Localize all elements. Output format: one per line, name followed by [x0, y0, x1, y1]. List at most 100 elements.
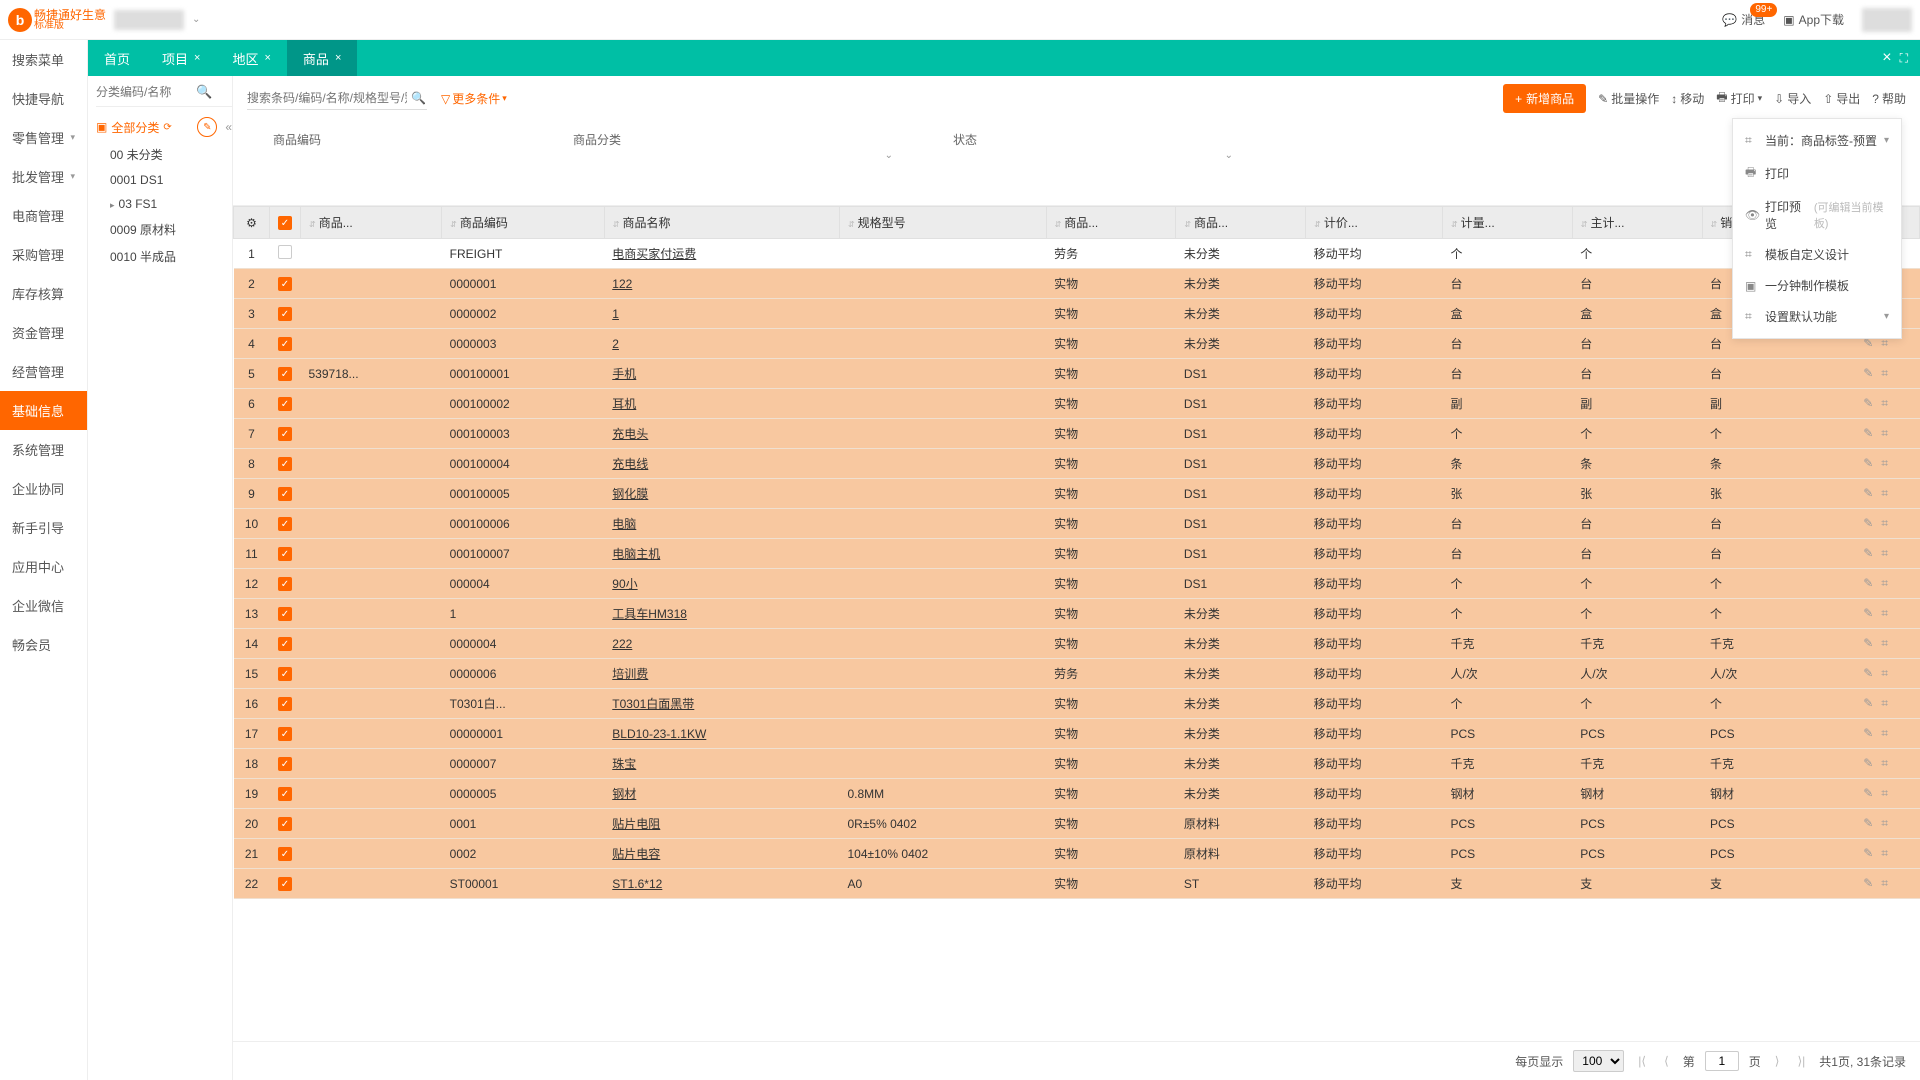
table-row[interactable]: 16✓T0301白...T0301白面黑带实物未分类移动平均个个个✎⌗: [234, 689, 1920, 719]
more-row-icon[interactable]: ⌗: [1881, 456, 1888, 471]
product-search-input[interactable]: [247, 87, 407, 109]
user-avatar-blurred[interactable]: [1862, 8, 1912, 32]
col-c[interactable]: ⇵计价...: [1306, 207, 1443, 239]
edit-row-icon[interactable]: ✎: [1863, 726, 1873, 741]
edit-row-icon[interactable]: ✎: [1863, 666, 1873, 681]
row-checkbox-cell[interactable]: ✓: [270, 839, 301, 869]
sidebar-item-资金管理[interactable]: 资金管理: [0, 313, 87, 352]
edit-row-icon[interactable]: ✎: [1863, 396, 1873, 411]
edit-row-icon[interactable]: ✎: [1863, 366, 1873, 381]
cell-name[interactable]: 充电线: [604, 449, 839, 479]
cell-name[interactable]: 钢化膜: [604, 479, 839, 509]
search-icon[interactable]: 🔍: [411, 91, 426, 105]
new-product-button[interactable]: + 新增商品: [1503, 84, 1586, 113]
chevron-down-icon[interactable]: ⌄: [192, 14, 200, 25]
search-icon[interactable]: 🔍: [196, 84, 212, 100]
row-checkbox-cell[interactable]: ✓: [270, 659, 301, 689]
table-row[interactable]: 10✓000100006电脑实物DS1移动平均台台台✎⌗: [234, 509, 1920, 539]
cell-name[interactable]: 钢材: [604, 779, 839, 809]
table-row[interactable]: 13✓1工具车HM318实物未分类移动平均个个个✎⌗: [234, 599, 1920, 629]
prev-page-button[interactable]: ⟨: [1660, 1054, 1673, 1068]
cell-name[interactable]: 贴片电阻: [604, 809, 839, 839]
first-page-button[interactable]: |⟨: [1634, 1054, 1650, 1068]
row-checkbox-cell[interactable]: ✓: [270, 269, 301, 299]
sidebar-item-系统管理[interactable]: 系统管理: [0, 430, 87, 469]
cell-name[interactable]: 耳机: [604, 389, 839, 419]
sidebar-item-快捷导航[interactable]: 快捷导航: [0, 79, 87, 118]
row-checkbox-cell[interactable]: ✓: [270, 809, 301, 839]
row-checkbox-cell[interactable]: ✓: [270, 539, 301, 569]
cell-name[interactable]: 电脑: [604, 509, 839, 539]
close-tab-icon[interactable]: ×: [1882, 49, 1891, 67]
more-row-icon[interactable]: ⌗: [1881, 366, 1888, 381]
cell-name[interactable]: 电商买家付运费: [604, 239, 839, 269]
cell-name[interactable]: 手机: [604, 359, 839, 389]
edit-row-icon[interactable]: ✎: [1863, 756, 1873, 771]
table-row[interactable]: 20✓0001贴片电阻0R±5% 0402实物原材料移动平均PCSPCSPCS✎…: [234, 809, 1920, 839]
row-checkbox-cell[interactable]: ✓: [270, 629, 301, 659]
edit-row-icon[interactable]: ✎: [1863, 456, 1873, 471]
edit-row-icon[interactable]: ✎: [1863, 696, 1873, 711]
row-checkbox-cell[interactable]: ✓: [270, 509, 301, 539]
row-checkbox-cell[interactable]: ✓: [270, 389, 301, 419]
fullscreen-icon[interactable]: ⛶: [1900, 51, 1908, 66]
edit-row-icon[interactable]: ✎: [1863, 876, 1873, 891]
sidebar-item-新手引导[interactable]: 新手引导: [0, 508, 87, 547]
sidebar-item-畅会员[interactable]: 畅会员: [0, 625, 87, 664]
print-menu-one-min[interactable]: ▣一分钟制作模板: [1733, 270, 1901, 301]
row-checkbox-cell[interactable]: ✓: [270, 749, 301, 779]
print-menu-print[interactable]: 🖶打印: [1733, 156, 1901, 191]
edit-row-icon[interactable]: ✎: [1863, 846, 1873, 861]
col-spec[interactable]: ⇵规格型号: [839, 207, 1046, 239]
tab-商品[interactable]: 商品×: [287, 40, 357, 76]
col-code[interactable]: ⇵商品编码: [442, 207, 605, 239]
more-row-icon[interactable]: ⌗: [1881, 396, 1888, 411]
edit-row-icon[interactable]: ✎: [1863, 816, 1873, 831]
import-button[interactable]: ⇩导入: [1774, 90, 1811, 107]
more-row-icon[interactable]: ⌗: [1881, 576, 1888, 591]
row-checkbox-cell[interactable]: [270, 239, 301, 269]
table-row[interactable]: 5✓539718...000100001手机实物DS1移动平均台台台✎⌗: [234, 359, 1920, 389]
more-row-icon[interactable]: ⌗: [1881, 876, 1888, 891]
more-row-icon[interactable]: ⌗: [1881, 666, 1888, 681]
row-checkbox-cell[interactable]: ✓: [270, 569, 301, 599]
row-checkbox-cell[interactable]: ✓: [270, 299, 301, 329]
table-row[interactable]: 12✓00000490小实物DS1移动平均个个个✎⌗: [234, 569, 1920, 599]
col-name[interactable]: ⇵商品名称: [604, 207, 839, 239]
cell-name[interactable]: 122: [604, 269, 839, 299]
edit-row-icon[interactable]: ✎: [1863, 636, 1873, 651]
col-a[interactable]: ⇵商品...: [1046, 207, 1176, 239]
table-row[interactable]: 14✓0000004222实物未分类移动平均千克千克千克✎⌗: [234, 629, 1920, 659]
more-row-icon[interactable]: ⌗: [1881, 606, 1888, 621]
app-download-button[interactable]: ▣ App下载: [1783, 11, 1844, 28]
edit-row-icon[interactable]: ✎: [1863, 576, 1873, 591]
row-checkbox-cell[interactable]: ✓: [270, 329, 301, 359]
sidebar-item-零售管理[interactable]: 零售管理▾: [0, 118, 87, 157]
print-button[interactable]: 🖶打印▾: [1716, 88, 1762, 109]
row-checkbox-cell[interactable]: ✓: [270, 779, 301, 809]
refresh-icon[interactable]: ⟳: [163, 122, 171, 133]
sidebar-item-采购管理[interactable]: 采购管理: [0, 235, 87, 274]
table-row[interactable]: 22✓ST00001ST1.6*12A0实物ST移动平均支支支✎⌗: [234, 869, 1920, 899]
more-row-icon[interactable]: ⌗: [1881, 516, 1888, 531]
more-row-icon[interactable]: ⌗: [1881, 816, 1888, 831]
tab-项目[interactable]: 项目×: [146, 40, 216, 76]
filter-code-input[interactable]: [273, 150, 513, 166]
sidebar-item-应用中心[interactable]: 应用中心: [0, 547, 87, 586]
sidebar-item-企业协同[interactable]: 企业协同: [0, 469, 87, 508]
row-checkbox-cell[interactable]: ✓: [270, 599, 301, 629]
sidebar-item-库存核算[interactable]: 库存核算: [0, 274, 87, 313]
table-row[interactable]: 2✓0000001122实物未分类移动平均台台台✎⌗: [234, 269, 1920, 299]
print-menu-set-default[interactable]: ⌗设置默认功能▾: [1733, 301, 1901, 332]
category-node[interactable]: 0010 半成品: [96, 243, 232, 270]
filter-status-select[interactable]: ⌄: [953, 150, 1233, 166]
cell-name[interactable]: BLD10-23-1.1KW: [604, 719, 839, 749]
row-checkbox-cell[interactable]: ✓: [270, 419, 301, 449]
col-gear[interactable]: ⚙: [234, 207, 270, 239]
more-row-icon[interactable]: ⌗: [1881, 546, 1888, 561]
edit-row-icon[interactable]: ✎: [1863, 546, 1873, 561]
row-checkbox-cell[interactable]: ✓: [270, 869, 301, 899]
row-checkbox-cell[interactable]: ✓: [270, 719, 301, 749]
category-root[interactable]: ▣ 全部分类 ⟳ ✎ «: [96, 113, 232, 141]
page-input[interactable]: [1705, 1051, 1739, 1071]
